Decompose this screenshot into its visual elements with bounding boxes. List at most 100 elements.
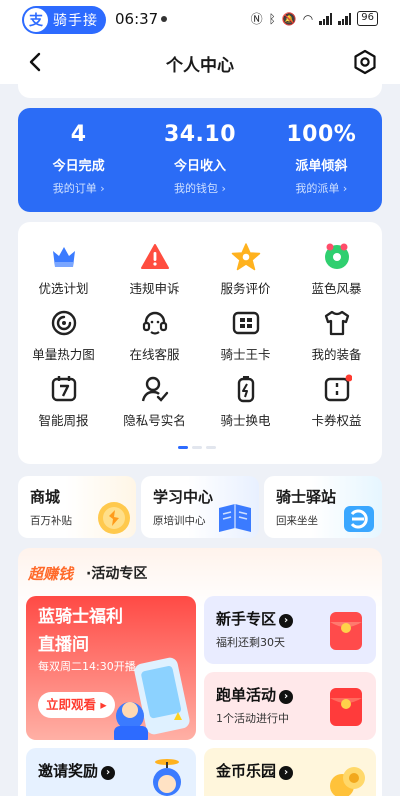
mini-card-subtitle: 福利还剩30天 (216, 636, 285, 649)
back-to-app-pill[interactable]: 支 骑手接 (22, 6, 106, 34)
mini-card-title: 新手专区 › (216, 608, 294, 629)
storm-icon (324, 243, 349, 269)
grid-item-appeal[interactable]: 违规申诉 (109, 242, 200, 306)
mini-card-title: 跑单活动 › (216, 684, 294, 705)
card-icon (232, 311, 259, 335)
grid-item-label: 骑士王卡 (220, 347, 271, 362)
grid-item-label: 服务评价 (220, 281, 271, 296)
activity-title: ·活动专区 (86, 566, 148, 582)
grid-item-label: 单量热力图 (32, 347, 95, 362)
mini-card-newbie[interactable]: 新手专区 › 福利还剩30天 (204, 596, 376, 664)
battery-indicator: 96 (357, 11, 378, 26)
card-mall[interactable]: 商城 百万补贴 (18, 476, 136, 538)
stat-label: 派单倾斜 (295, 159, 348, 174)
stat-label: 今日收入 (173, 159, 226, 174)
coins-icon (330, 767, 365, 796)
mini-card-invite[interactable]: 邀请奖励 › (26, 748, 196, 796)
grid-item-support[interactable]: 在线客服 (109, 308, 200, 372)
stats-card: 4 今日完成 我的订单 › 34.10 今日收入 我的钱包 › 100% 派单倾… (18, 108, 382, 212)
stat-value: 100% (286, 122, 357, 147)
card-learning[interactable]: 学习中心 原培训中心 (141, 476, 259, 538)
livestream-banner[interactable]: 蓝骑士福利 直播间 每双周二14:30开播 立即观看 ▸ (26, 596, 196, 740)
stat-value: 34.10 (163, 122, 237, 147)
signal-icon (319, 12, 333, 25)
stat-label: 今日完成 (52, 159, 105, 174)
mini-card-title: 金币乐园 › (216, 760, 294, 781)
grid-item-optimize-plan[interactable]: 优选计划 (18, 242, 109, 306)
bluetooth-icon: ᛒ (268, 11, 276, 26)
clock: 06:37 (115, 10, 159, 28)
warning-icon (140, 244, 169, 269)
grid-item-label: 智能周报 (38, 413, 89, 428)
grid-item-weekly-report[interactable]: 智能周报 (18, 374, 109, 438)
mini-card-title-text: 邀请奖励 (38, 762, 99, 780)
wifi-icon: ◠ (302, 11, 314, 26)
promo-title-line1: 蓝骑士福利 (38, 607, 123, 627)
notification-dot-icon (161, 16, 167, 22)
mini-card-coin-park[interactable]: 金币乐园 › (204, 748, 376, 796)
arrow-right-icon: › (279, 614, 294, 628)
promo-title-line2: 直播间 (38, 635, 89, 655)
station-icon (344, 506, 374, 532)
settings-icon[interactable] (352, 49, 378, 75)
calendar-icon (51, 376, 76, 402)
pager-dot (192, 446, 202, 449)
arrow-right-icon: › (101, 766, 116, 780)
stat-link[interactable]: 我的钱包 › (139, 180, 260, 196)
grid-item-heatmap[interactable]: 单量热力图 (18, 308, 109, 372)
grid-item-label: 在线客服 (129, 347, 180, 362)
mascot-icon (153, 759, 181, 796)
star-icon (231, 243, 260, 271)
grid-item-privacy-number[interactable]: 隐私号实名 (109, 374, 200, 438)
feature-grid: 优选计划 违规申诉 服务评价 蓝色风暴 单量热力图 在线客服 骑士王卡 我的装备… (18, 222, 382, 464)
promo-schedule: 每双周二14:30开播 (38, 660, 136, 673)
mini-card-subtitle: 1个活动进行中 (216, 712, 289, 725)
mini-card-order-activity[interactable]: 跑单活动 › 1个活动进行中 (204, 672, 376, 740)
headset-icon (142, 311, 167, 335)
collapsed-card (18, 84, 382, 98)
grid-item-king-card[interactable]: 骑士王卡 (200, 308, 291, 372)
stat-link[interactable]: 我的订单 › (18, 180, 139, 196)
grid-item-battery-swap[interactable]: 骑士换电 (200, 374, 291, 438)
alipay-icon: 支 (24, 8, 48, 32)
grid-item-blue-storm[interactable]: 蓝色风暴 (291, 242, 382, 306)
grid-item-label: 骑士换电 (220, 413, 271, 428)
signal-icon (338, 12, 352, 25)
grid-item-rating[interactable]: 服务评价 (200, 242, 291, 306)
grid-item-coupons[interactable]: 卡券权益 (291, 374, 382, 438)
card-title: 骑士驿站 (276, 488, 337, 506)
card-title: 商城 (30, 488, 61, 506)
pager-dot (206, 446, 216, 449)
mall-icon (98, 502, 130, 534)
stat-dispatch[interactable]: 100% 派单倾斜 我的派单 › (261, 108, 382, 212)
page-title: 个人中心 (166, 56, 234, 76)
crown-icon (52, 247, 75, 267)
mini-card-title-text: 金币乐园 (216, 762, 277, 780)
app-name: 骑手接 (53, 13, 98, 29)
card-station[interactable]: 骑士驿站 回来坐坐 (264, 476, 382, 538)
book-icon (219, 504, 251, 532)
stat-link[interactable]: 我的派单 › (261, 180, 382, 196)
redpacket-icon (330, 688, 362, 726)
grid-item-label: 卡券权益 (311, 413, 362, 428)
activity-hot-title: 超赚钱 (28, 565, 74, 583)
arrow-right-icon: › (279, 766, 294, 780)
shirt-icon (324, 310, 349, 336)
stat-income[interactable]: 34.10 今日收入 我的钱包 › (139, 108, 260, 212)
card-subtitle: 百万补贴 (30, 515, 72, 527)
stat-value: 4 (70, 122, 87, 147)
watch-now-button[interactable]: 立即观看 ▸ (38, 692, 115, 718)
pager-dot (178, 446, 188, 449)
user-check-icon (141, 376, 168, 402)
grid-item-label: 违规申诉 (129, 281, 180, 296)
grid-item-label: 我的装备 (311, 347, 362, 362)
grid-item-equipment[interactable]: 我的装备 (291, 308, 382, 372)
mini-card-title-text: 跑单活动 (216, 686, 277, 704)
battery-icon (237, 376, 254, 403)
grid-item-label: 优选计划 (38, 281, 89, 296)
coupon-icon (324, 374, 352, 402)
redpacket-icon (330, 612, 362, 650)
grid-item-label: 蓝色风暴 (311, 281, 362, 296)
stat-orders[interactable]: 4 今日完成 我的订单 › (18, 108, 139, 212)
grid-item-label: 隐私号实名 (123, 413, 186, 428)
